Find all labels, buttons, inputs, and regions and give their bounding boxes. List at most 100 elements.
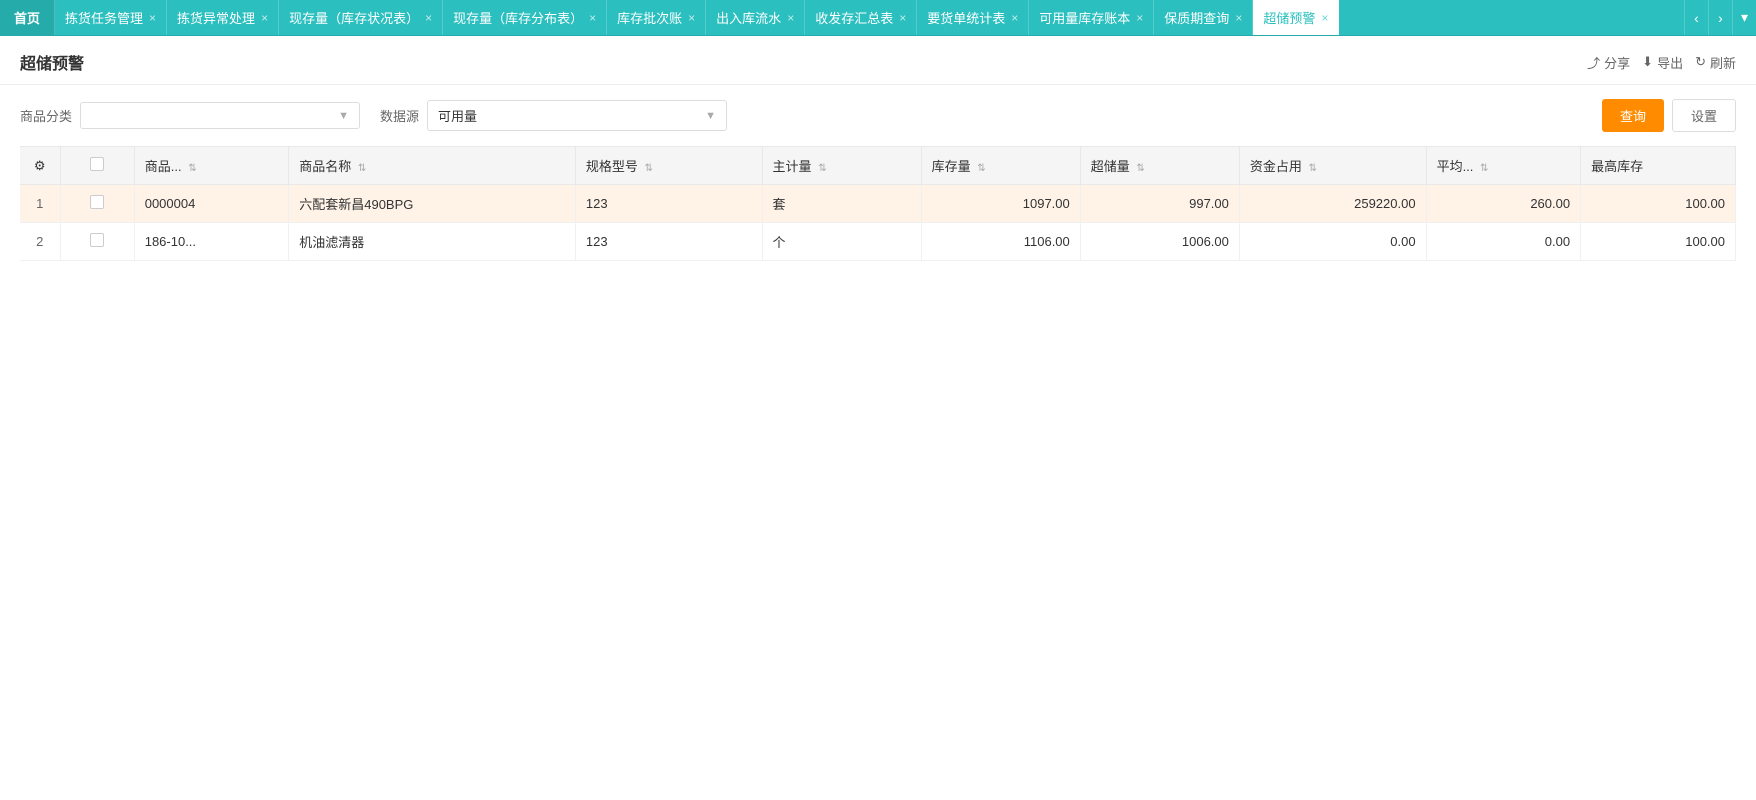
page-content: 超储预警 ⤴ 分享 ⬇ 导出 ↻ 刷新 商品分类 ▼ 数据源 xyxy=(0,36,1756,800)
th-unit[interactable]: 主计量 ⇅ xyxy=(762,147,921,185)
nav-tab-task[interactable]: 拣货任务管理 × xyxy=(55,0,167,36)
th-product-code-label: 商品... xyxy=(145,159,182,174)
share-icon: ⤴ xyxy=(1587,53,1600,72)
cell-stock-qty: 1097.00 xyxy=(921,185,1080,223)
sort-icon: ⇅ xyxy=(818,163,826,174)
th-over-qty-label: 超储量 xyxy=(1091,159,1130,174)
chevron-down-icon: ▼ xyxy=(705,110,716,122)
th-stock-qty-label: 库存量 xyxy=(932,159,971,174)
select-all-checkbox[interactable] xyxy=(90,157,104,171)
th-product-code[interactable]: 商品... ⇅ xyxy=(134,147,289,185)
th-stock-qty[interactable]: 库存量 ⇅ xyxy=(921,147,1080,185)
close-icon[interactable]: × xyxy=(1235,11,1242,25)
nav-tab-quality-date[interactable]: 保质期查询 × xyxy=(1154,0,1253,36)
nav-tab-collect-send[interactable]: 收发存汇总表 × xyxy=(805,0,917,36)
th-max-stock[interactable]: 最高库存 xyxy=(1581,147,1736,185)
nav-tab-order-stats-label: 要货单统计表 xyxy=(927,8,1005,27)
th-product-name[interactable]: 商品名称 ⇅ xyxy=(289,147,576,185)
page-title: 超储预警 xyxy=(20,50,84,74)
close-icon[interactable]: × xyxy=(425,11,432,25)
nav-tab-stock-dist[interactable]: 现存量（库存分布表） × xyxy=(443,0,607,36)
th-over-qty[interactable]: 超储量 ⇅ xyxy=(1080,147,1239,185)
export-button[interactable]: ⬇ 导出 xyxy=(1642,53,1683,72)
sort-icon: ⇅ xyxy=(645,163,653,174)
row-num: 1 xyxy=(20,185,60,223)
datasource-select[interactable]: 可用量 ▼ xyxy=(427,100,727,131)
th-avg-label: 平均... xyxy=(1437,159,1474,174)
th-settings[interactable]: ⚙ xyxy=(20,147,60,185)
nav-prev-button[interactable]: ‹ xyxy=(1684,0,1708,36)
cell-capital-used: 0.00 xyxy=(1239,223,1426,261)
nav-tab-available-stock[interactable]: 可用量库存账本 × xyxy=(1029,0,1154,36)
th-capital-used[interactable]: 资金占用 ⇅ xyxy=(1239,147,1426,185)
nav-tab-abnormal-label: 拣货异常处理 xyxy=(177,8,255,27)
cell-over-qty: 997.00 xyxy=(1080,185,1239,223)
th-max-stock-label: 最高库存 xyxy=(1591,159,1643,174)
filter-actions: 查询 设置 xyxy=(1602,99,1736,132)
nav-tab-inout-flow[interactable]: 出入库流水 × xyxy=(706,0,805,36)
cell-stock-qty: 1106.00 xyxy=(921,223,1080,261)
nav-tab-order-stats[interactable]: 要货单统计表 × xyxy=(917,0,1029,36)
cell-spec: 123 xyxy=(575,185,762,223)
nav-tab-abnormal[interactable]: 拣货异常处理 × xyxy=(167,0,279,36)
cell-avg: 0.00 xyxy=(1426,223,1581,261)
share-button[interactable]: ⤴ 分享 xyxy=(1587,53,1630,72)
export-icon: ⬇ xyxy=(1642,54,1653,70)
sort-icon: ⇅ xyxy=(358,163,366,174)
datasource-label: 数据源 xyxy=(380,106,419,125)
category-select[interactable]: ▼ xyxy=(80,102,360,129)
nav-next-button[interactable]: › xyxy=(1708,0,1732,36)
th-product-name-label: 商品名称 xyxy=(299,159,351,174)
cell-capital-used: 259220.00 xyxy=(1239,185,1426,223)
th-spec[interactable]: 规格型号 ⇅ xyxy=(575,147,762,185)
nav-tab-overstock[interactable]: 超储预警 × xyxy=(1253,0,1339,36)
cell-unit: 套 xyxy=(762,185,921,223)
row-checkbox[interactable] xyxy=(90,233,104,247)
filter-row: 商品分类 ▼ 数据源 可用量 ▼ 查询 设置 xyxy=(0,85,1756,146)
table-row: 2 186-10... 机油滤清器 123 个 1106.00 1006.00 … xyxy=(20,223,1736,261)
query-button[interactable]: 查询 xyxy=(1602,99,1664,132)
sort-icon: ⇅ xyxy=(1136,163,1144,174)
cell-max-stock: 100.00 xyxy=(1581,185,1736,223)
refresh-button[interactable]: ↻ 刷新 xyxy=(1695,53,1736,72)
refresh-label: 刷新 xyxy=(1710,53,1736,72)
datasource-filter: 数据源 可用量 ▼ xyxy=(380,100,727,131)
nav-tab-stock-batch[interactable]: 库存批次账 × xyxy=(607,0,706,36)
cell-product-name: 六配套新昌490BPG xyxy=(289,185,576,223)
nav-more-button[interactable]: ▾ xyxy=(1732,0,1756,36)
cell-avg: 260.00 xyxy=(1426,185,1581,223)
header-actions: ⤴ 分享 ⬇ 导出 ↻ 刷新 xyxy=(1587,53,1736,72)
close-icon[interactable]: × xyxy=(589,11,596,25)
nav-tab-stock-status[interactable]: 现存量（库存状况表） × xyxy=(279,0,443,36)
row-checkbox[interactable] xyxy=(90,195,104,209)
sort-icon: ⇅ xyxy=(188,163,196,174)
sort-icon: ⇅ xyxy=(977,163,985,174)
share-label: 分享 xyxy=(1604,53,1630,72)
th-checkbox[interactable] xyxy=(60,147,134,185)
settings-icon: ⚙ xyxy=(34,158,46,173)
th-avg[interactable]: 平均... ⇅ xyxy=(1426,147,1581,185)
nav-tab-home[interactable]: 首页 xyxy=(0,0,55,36)
close-icon[interactable]: × xyxy=(261,11,268,25)
cell-max-stock: 100.00 xyxy=(1581,223,1736,261)
close-icon[interactable]: × xyxy=(688,11,695,25)
nav-tab-stock-batch-label: 库存批次账 xyxy=(617,8,682,27)
close-icon[interactable]: × xyxy=(1136,11,1143,25)
close-icon[interactable]: × xyxy=(899,11,906,25)
th-capital-used-label: 资金占用 xyxy=(1250,159,1302,174)
nav-tab-inout-flow-label: 出入库流水 xyxy=(716,8,781,27)
sort-icon: ⇅ xyxy=(1480,163,1488,174)
row-checkbox-cell[interactable] xyxy=(60,185,134,223)
table-container: ⚙ 商品... ⇅ 商品名称 ⇅ 规格型号 ⇅ xyxy=(0,146,1756,261)
set-button[interactable]: 设置 xyxy=(1672,99,1736,132)
nav-tab-collect-send-label: 收发存汇总表 xyxy=(815,8,893,27)
nav-tab-quality-date-label: 保质期查询 xyxy=(1164,8,1229,27)
close-icon[interactable]: × xyxy=(787,11,794,25)
close-icon[interactable]: × xyxy=(149,11,156,25)
nav-tab-home-label: 首页 xyxy=(14,8,40,27)
row-checkbox-cell[interactable] xyxy=(60,223,134,261)
close-icon[interactable]: × xyxy=(1321,11,1328,25)
category-filter: 商品分类 ▼ xyxy=(20,102,360,129)
close-icon[interactable]: × xyxy=(1011,11,1018,25)
datasource-value: 可用量 xyxy=(438,106,477,125)
